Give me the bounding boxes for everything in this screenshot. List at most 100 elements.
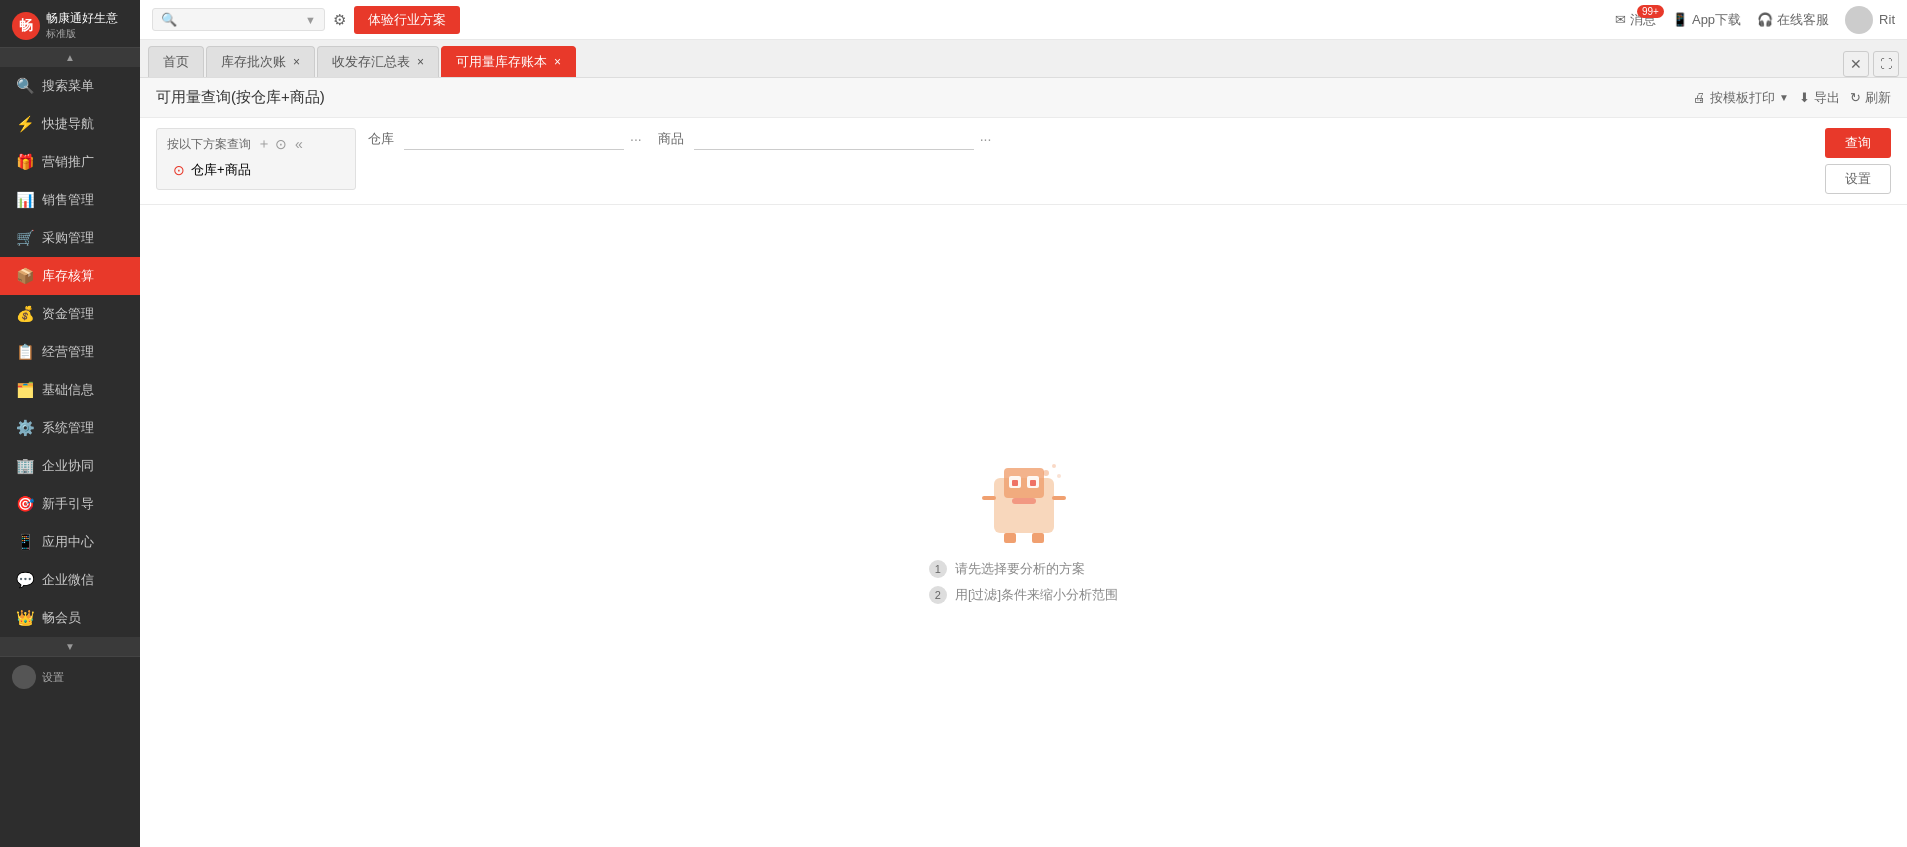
print-btn[interactable]: 🖨 按模板打印 ▼ (1693, 89, 1789, 107)
warehouse-more-btn[interactable]: ··· (630, 131, 642, 147)
query-btn[interactable]: 查询 (1825, 128, 1891, 158)
empty-state: 1 请先选择要分析的方案 2 用[过滤]条件来缩小分析范围 (140, 205, 1907, 847)
topbar-right: ✉ 消息 99+ 📱 App下载 🎧 在线客服 Rit (1615, 6, 1895, 34)
sidebar-logo: 畅 畅康通好生意 标准版 (12, 10, 128, 41)
message-badge: 99+ (1637, 5, 1664, 18)
sidebar-item-label-marketing: 营销推广 (42, 153, 94, 171)
sidebar-item-system[interactable]: ⚙️ 系统管理 (0, 409, 140, 447)
export-btn[interactable]: ⬇ 导出 (1799, 89, 1840, 107)
topbar-message[interactable]: ✉ 消息 99+ (1615, 11, 1656, 29)
content-area: 可用量查询(按仓库+商品) 🖨 按模板打印 ▼ ⬇ 导出 ↻ 刷新 (140, 78, 1907, 847)
sidebar-item-purchase[interactable]: 🛒 采购管理 (0, 219, 140, 257)
topbar-search-input[interactable] (181, 13, 301, 27)
sidebar-item-label-quick-nav: 快捷导航 (42, 115, 94, 133)
warehouse-label: 仓库 (368, 130, 398, 148)
warehouse-input[interactable] (404, 128, 624, 150)
hint-num-2: 2 (929, 586, 947, 604)
empty-hint-1: 1 请先选择要分析的方案 (929, 560, 1118, 578)
tabs-expand-btn[interactable]: ⛶ (1873, 51, 1899, 77)
settings-btn[interactable]: 设置 (1825, 164, 1891, 194)
svg-point-13 (1057, 474, 1061, 478)
warehouse-filter-field: 仓库 ··· (368, 128, 642, 150)
tab-close-available-ledger[interactable]: × (554, 55, 561, 69)
filter-area: 按以下方案查询 ＋ ⊙ « ⊙ 仓库+商品 仓库 ··· (140, 118, 1907, 205)
filter-fields: 仓库 ··· 商品 ··· (368, 128, 1813, 150)
refresh-icon: ↻ (1850, 90, 1861, 105)
topbar-online-service[interactable]: 🎧 在线客服 (1757, 11, 1829, 29)
tab-batch-ledger[interactable]: 库存批次账 × (206, 46, 315, 77)
tab-home[interactable]: 首页 (148, 46, 204, 77)
export-icon: ⬇ (1799, 90, 1810, 105)
scheme-item-warehouse-goods[interactable]: ⊙ 仓库+商品 (167, 157, 345, 183)
sidebar-item-icon-basic-info: 🗂️ (16, 381, 34, 399)
sidebar-item-search[interactable]: 🔍 搜索菜单 (0, 67, 140, 105)
tab-label-receipt-summary: 收发存汇总表 (332, 53, 410, 71)
sidebar-item-operations[interactable]: 📋 经营管理 (0, 333, 140, 371)
goods-input[interactable] (694, 128, 974, 150)
page-title: 可用量查询(按仓库+商品) (156, 88, 325, 107)
sidebar-item-sales[interactable]: 📊 销售管理 (0, 181, 140, 219)
user-name: Rit (1879, 12, 1895, 27)
topbar-gear-icon[interactable]: ⚙ (333, 11, 346, 29)
sidebar-item-guide[interactable]: 🎯 新手引导 (0, 485, 140, 523)
experience-btn[interactable]: 体验行业方案 (354, 6, 460, 34)
tab-close-batch-ledger[interactable]: × (293, 55, 300, 69)
sidebar-header: 畅 畅康通好生意 标准版 (0, 0, 140, 48)
print-label: 按模板打印 (1710, 89, 1775, 107)
hint-num-1: 1 (929, 560, 947, 578)
goods-label: 商品 (658, 130, 688, 148)
sidebar-item-icon-system: ⚙️ (16, 419, 34, 437)
scheme-collapse-btn[interactable]: « (295, 136, 303, 152)
print-icon: 🖨 (1693, 90, 1706, 105)
scheme-settings-btn[interactable]: ⊙ (275, 136, 287, 152)
sidebar-item-label-member: 畅会员 (42, 609, 81, 627)
hint-text-2: 用[过滤]条件来缩小分析范围 (955, 586, 1118, 604)
sidebar-item-icon-member: 👑 (16, 609, 34, 627)
tab-available-ledger[interactable]: 可用量库存账本× (441, 46, 576, 77)
sidebar-item-icon-operations: 📋 (16, 343, 34, 361)
empty-hint-2: 2 用[过滤]条件来缩小分析范围 (929, 586, 1118, 604)
sidebar-item-icon-inventory: 📦 (16, 267, 34, 285)
sidebar-logo-text: 畅康通好生意 标准版 (46, 10, 118, 41)
sidebar-item-app-center[interactable]: 📱 应用中心 (0, 523, 140, 561)
sidebar-scroll-down[interactable]: ▼ (0, 637, 140, 656)
sidebar-scroll-up[interactable]: ▲ (0, 48, 140, 67)
sidebar-item-inventory[interactable]: 📦 库存核算 (0, 257, 140, 295)
tab-close-receipt-summary[interactable]: × (417, 55, 424, 69)
sidebar-footer: 设置 (0, 656, 140, 697)
svg-rect-10 (1032, 533, 1044, 543)
sidebar-item-icon-search: 🔍 (16, 77, 34, 95)
sidebar-item-icon-app-center: 📱 (16, 533, 34, 551)
scheme-add-btn[interactable]: ＋ (257, 135, 271, 153)
topbar-chevron-icon[interactable]: ▼ (305, 14, 316, 26)
tab-receipt-summary[interactable]: 收发存汇总表 × (317, 46, 439, 77)
refresh-btn[interactable]: ↻ 刷新 (1850, 89, 1891, 107)
svg-rect-6 (1012, 498, 1036, 504)
topbar-app-download[interactable]: 📱 App下载 (1672, 11, 1741, 29)
print-chevron-icon: ▼ (1779, 92, 1789, 103)
svg-point-11 (1043, 470, 1049, 476)
sidebar-item-label-wechat: 企业微信 (42, 571, 94, 589)
topbar-user[interactable]: Rit (1845, 6, 1895, 34)
sidebar-item-basic-info[interactable]: 🗂️ 基础信息 (0, 371, 140, 409)
sidebar-item-label-guide: 新手引导 (42, 495, 94, 513)
tab-label-batch-ledger: 库存批次账 (221, 53, 286, 71)
filter-scheme-actions: ＋ ⊙ « (257, 135, 303, 153)
sidebar-item-wechat[interactable]: 💬 企业微信 (0, 561, 140, 599)
sidebar-item-label-inventory: 库存核算 (42, 267, 94, 285)
sidebar-item-member[interactable]: 👑 畅会员 (0, 599, 140, 637)
sidebar-item-quick-nav[interactable]: ⚡ 快捷导航 (0, 105, 140, 143)
sidebar-item-finance[interactable]: 💰 资金管理 (0, 295, 140, 333)
page-header: 可用量查询(按仓库+商品) 🖨 按模板打印 ▼ ⬇ 导出 ↻ 刷新 (140, 78, 1907, 118)
sidebar-item-label-sales: 销售管理 (42, 191, 94, 209)
export-label: 导出 (1814, 89, 1840, 107)
goods-filter-field: 商品 ··· (658, 128, 992, 150)
sidebar-item-label-basic-info: 基础信息 (42, 381, 94, 399)
sidebar-item-icon-quick-nav: ⚡ (16, 115, 34, 133)
page-actions: 🖨 按模板打印 ▼ ⬇ 导出 ↻ 刷新 (1693, 89, 1891, 107)
sidebar-item-enterprise[interactable]: 🏢 企业协同 (0, 447, 140, 485)
goods-more-btn[interactable]: ··· (980, 131, 992, 147)
main-content: 🔍 ▼ ⚙ 体验行业方案 ✉ 消息 99+ 📱 App下载 🎧 在线客服 Rit (140, 0, 1907, 847)
tabs-close-all-btn[interactable]: ✕ (1843, 51, 1869, 77)
sidebar-item-marketing[interactable]: 🎁 营销推广 (0, 143, 140, 181)
